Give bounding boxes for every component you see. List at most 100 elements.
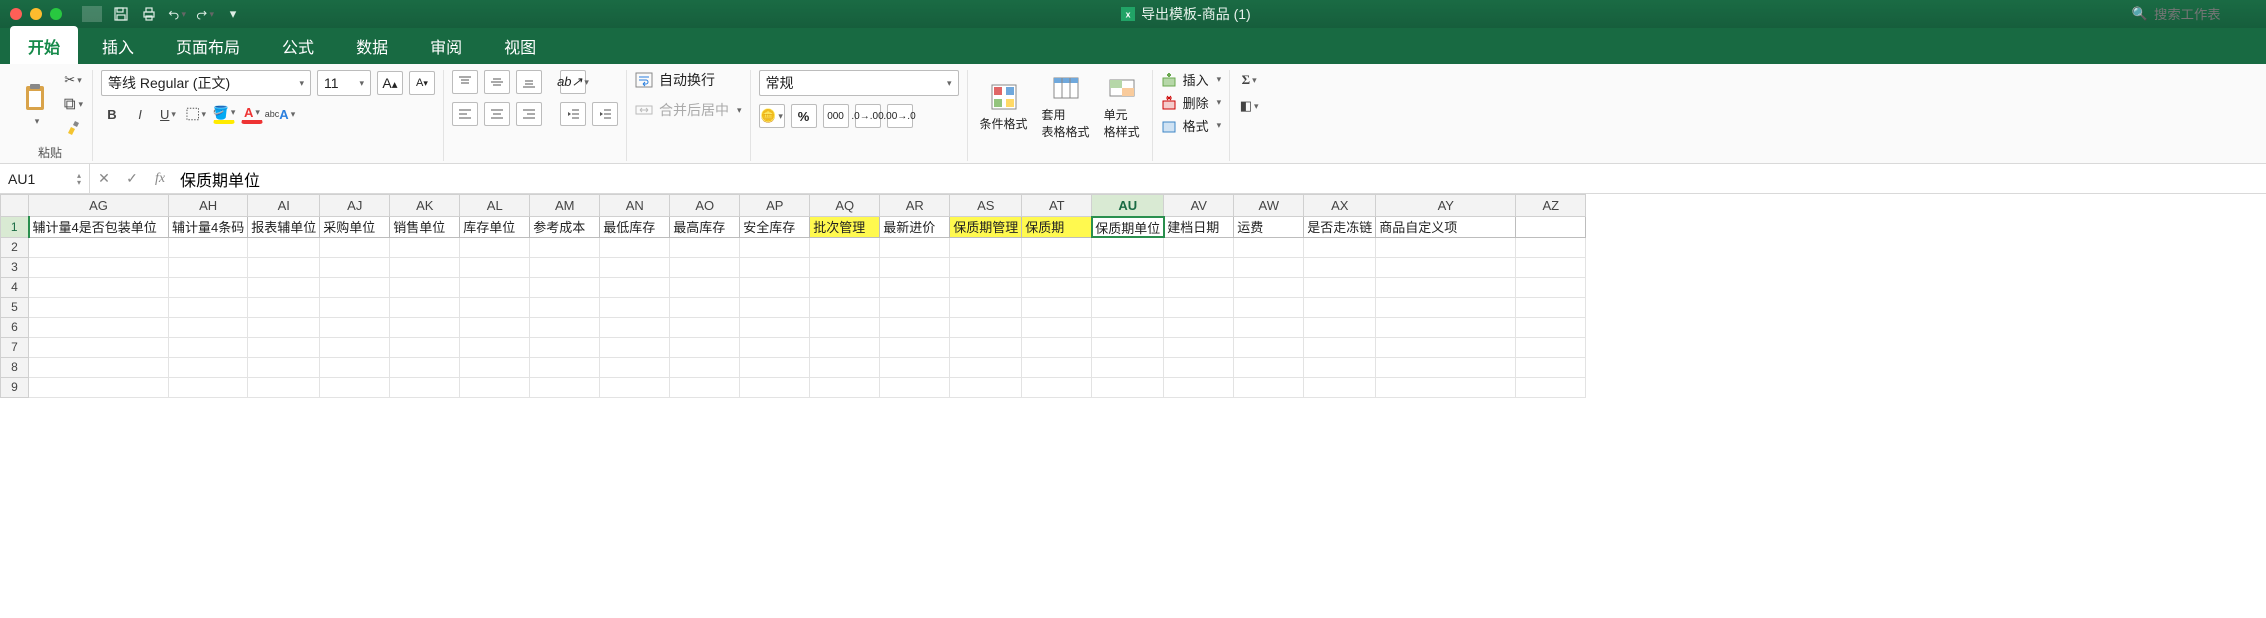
col-header-AZ[interactable]: AZ [1516,195,1586,217]
cell-AM1[interactable]: 参考成本 [530,217,600,238]
font-size-combo[interactable]: 11▾ [317,70,371,96]
cell-AI8[interactable] [248,357,320,377]
cell-AM9[interactable] [530,377,600,397]
cell-AQ3[interactable] [810,257,880,277]
cell-AL4[interactable] [460,277,530,297]
cell-AK1[interactable]: 销售单位 [390,217,460,238]
cell-AJ4[interactable] [320,277,390,297]
cell-AW4[interactable] [1234,277,1304,297]
cell-AP9[interactable] [740,377,810,397]
cell-AG5[interactable] [29,297,169,317]
sheet-search[interactable]: 🔍 [2120,6,2266,22]
cell-AI7[interactable] [248,337,320,357]
cell-AP3[interactable] [740,257,810,277]
align-right-button[interactable] [516,102,542,126]
cell-AU9[interactable] [1092,377,1164,397]
col-header-AR[interactable]: AR [880,195,950,217]
fill-color-button[interactable]: 🪣▾ [213,104,235,124]
col-header-AQ[interactable]: AQ [810,195,880,217]
cell-AJ5[interactable] [320,297,390,317]
cell-AN4[interactable] [600,277,670,297]
col-header-AW[interactable]: AW [1234,195,1304,217]
cell-AH6[interactable] [169,317,248,337]
cell-AQ1[interactable]: 批次管理 [810,217,880,238]
underline-button[interactable]: U▾ [157,104,179,124]
cell-AS6[interactable] [950,317,1022,337]
cell-AX4[interactable] [1304,277,1376,297]
cell-AU8[interactable] [1092,357,1164,377]
cell-AU5[interactable] [1092,297,1164,317]
autosum-button[interactable]: Σ▾ [1238,70,1260,90]
cell-AU2[interactable] [1092,237,1164,257]
cell-AL1[interactable]: 库存单位 [460,217,530,238]
cell-AT2[interactable] [1022,237,1092,257]
cell-AU1[interactable]: 保质期单位 [1092,217,1164,238]
cell-AS8[interactable] [950,357,1022,377]
col-header-AN[interactable]: AN [600,195,670,217]
row-header-7[interactable]: 7 [1,337,29,357]
tab-数据[interactable]: 数据 [338,26,406,64]
close-window-button[interactable] [10,8,22,20]
cell-AT4[interactable] [1022,277,1092,297]
cell-AT9[interactable] [1022,377,1092,397]
cell-AI9[interactable] [248,377,320,397]
cell-AP7[interactable] [740,337,810,357]
cell-AN7[interactable] [600,337,670,357]
format-cells-button[interactable]: 格式▾ [1161,116,1222,135]
decrease-decimal-button[interactable]: .00→.0 [887,104,913,128]
col-header-AK[interactable]: AK [390,195,460,217]
undo-button[interactable]: ▾ [168,5,186,23]
increase-indent-button[interactable] [592,102,618,126]
cell-AX8[interactable] [1304,357,1376,377]
number-format-combo[interactable]: 常规▾ [759,70,959,96]
cell-AM8[interactable] [530,357,600,377]
cell-AS9[interactable] [950,377,1022,397]
cell-AN3[interactable] [600,257,670,277]
clear-button[interactable]: ◧▾ [1238,96,1260,116]
cell-AY9[interactable] [1376,377,1516,397]
cell-AW1[interactable]: 运费 [1234,217,1304,238]
tab-公式[interactable]: 公式 [264,26,332,64]
cell-AH4[interactable] [169,277,248,297]
cell-AK2[interactable] [390,237,460,257]
cell-AK4[interactable] [390,277,460,297]
cell-AO2[interactable] [670,237,740,257]
row-header-2[interactable]: 2 [1,237,29,257]
confirm-formula-button[interactable]: ✓ [118,170,146,187]
cell-AI4[interactable] [248,277,320,297]
cell-AS1[interactable]: 保质期管理 [950,217,1022,238]
cell-AZ2[interactable] [1516,237,1586,257]
cell-AR3[interactable] [880,257,950,277]
cell-AX7[interactable] [1304,337,1376,357]
cell-AU4[interactable] [1092,277,1164,297]
cell-AW2[interactable] [1234,237,1304,257]
cell-AR8[interactable] [880,357,950,377]
search-input[interactable] [2154,7,2254,22]
col-header-AJ[interactable]: AJ [320,195,390,217]
print-icon[interactable] [140,5,158,23]
cell-AZ8[interactable] [1516,357,1586,377]
cell-AY1[interactable]: 商品自定义项 [1376,217,1516,238]
row-header-3[interactable]: 3 [1,257,29,277]
align-middle-button[interactable] [484,70,510,94]
cell-AW3[interactable] [1234,257,1304,277]
cell-AG3[interactable] [29,257,169,277]
cell-AK8[interactable] [390,357,460,377]
cell-AH3[interactable] [169,257,248,277]
cell-AV3[interactable] [1164,257,1234,277]
cell-AY2[interactable] [1376,237,1516,257]
cell-AT1[interactable]: 保质期 [1022,217,1092,238]
cell-AP1[interactable]: 安全库存 [740,217,810,238]
format-as-table-button[interactable]: 套用 表格格式 [1038,70,1094,142]
cell-AI6[interactable] [248,317,320,337]
decrease-indent-button[interactable] [560,102,586,126]
cell-AQ8[interactable] [810,357,880,377]
italic-button[interactable]: I [129,104,151,124]
cell-AV6[interactable] [1164,317,1234,337]
tab-视图[interactable]: 视图 [486,26,554,64]
cell-AO6[interactable] [670,317,740,337]
cell-AJ1[interactable]: 采购单位 [320,217,390,238]
cell-AX2[interactable] [1304,237,1376,257]
cell-AL9[interactable] [460,377,530,397]
border-button[interactable]: ▾ [185,104,207,124]
